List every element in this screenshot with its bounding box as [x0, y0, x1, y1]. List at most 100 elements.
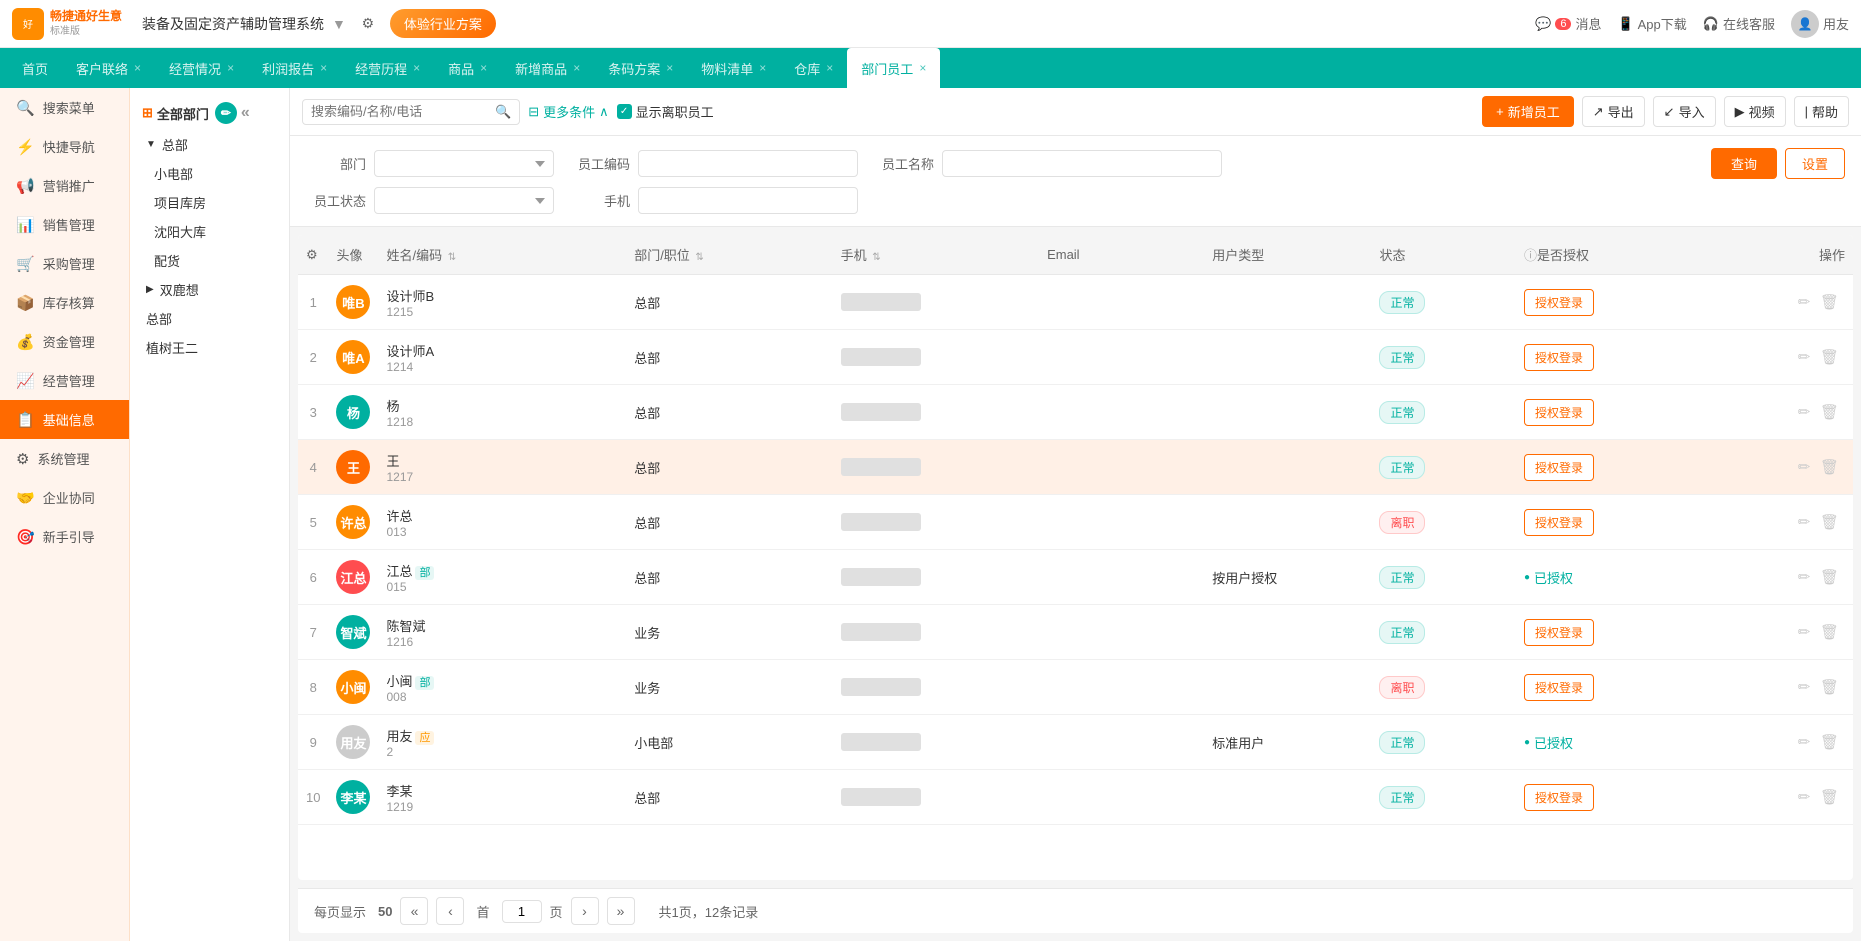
auth-login-button[interactable]: 授权登录	[1524, 619, 1594, 646]
sidebar-item-企业协同[interactable]: 🤝企业协同	[0, 478, 129, 517]
nav-tab-利润报告[interactable]: 利润报告×	[248, 48, 341, 88]
edit-button[interactable]: ✏	[1798, 624, 1811, 641]
first-page-button[interactable]: «	[400, 897, 428, 925]
settings-icon[interactable]: ⚙	[354, 10, 382, 38]
sidebar-item-库存核算[interactable]: 📦库存核算	[0, 283, 129, 322]
tab-close-icon[interactable]: ×	[227, 61, 234, 75]
nav-tab-商品[interactable]: 商品×	[434, 48, 501, 88]
delete-button[interactable]: 🗑	[1820, 459, 1839, 476]
nav-tab-首页[interactable]: 首页	[8, 48, 62, 88]
view-button[interactable]: ▶ 视频	[1724, 96, 1786, 127]
tree-node-总部[interactable]: ▼总部	[130, 130, 289, 159]
tree-node-配货[interactable]: 配货	[130, 246, 289, 275]
nav-tab-经营历程[interactable]: 经营历程×	[341, 48, 434, 88]
sidebar-item-资金管理[interactable]: 💰资金管理	[0, 322, 129, 361]
auth-login-button[interactable]: 授权登录	[1524, 289, 1594, 316]
trial-button[interactable]: 体验行业方案	[390, 9, 496, 38]
edit-button[interactable]: ✏	[1798, 404, 1811, 421]
delete-button[interactable]: 🗑	[1820, 404, 1839, 421]
delete-button[interactable]: 🗑	[1820, 569, 1839, 586]
tree-node-植树王二[interactable]: 植树王二	[130, 333, 289, 362]
tree-edit-button[interactable]: ✏	[215, 102, 237, 124]
edit-button[interactable]: ✏	[1798, 569, 1811, 586]
page-number-input[interactable]	[502, 900, 542, 923]
title-dropdown-icon[interactable]: ▼	[332, 16, 346, 32]
dept-sort-icon[interactable]: ⇅	[695, 252, 703, 263]
last-page-button[interactable]: »	[607, 897, 635, 925]
tree-node-沈阳大库[interactable]: 沈阳大库	[130, 217, 289, 246]
nav-tab-新增商品[interactable]: 新增商品×	[501, 48, 594, 88]
phone-sort-icon[interactable]: ⇅	[872, 252, 880, 263]
column-settings-icon[interactable]: ⚙	[306, 247, 318, 262]
help-button[interactable]: | 帮助	[1794, 96, 1849, 127]
edit-button[interactable]: ✏	[1798, 514, 1811, 531]
tree-node-项目库房[interactable]: 项目库房	[130, 188, 289, 217]
sidebar-item-新手引导[interactable]: 🎯新手引导	[0, 517, 129, 556]
tab-close-icon[interactable]: ×	[919, 61, 926, 75]
sidebar-item-快捷导航[interactable]: ⚡快捷导航	[0, 127, 129, 166]
delete-button[interactable]: 🗑	[1820, 514, 1839, 531]
set-button[interactable]: 设置	[1785, 148, 1845, 179]
edit-button[interactable]: ✏	[1798, 679, 1811, 696]
service-item[interactable]: 🎧 在线客服	[1703, 14, 1775, 33]
nav-tab-客户联络[interactable]: 客户联络×	[62, 48, 155, 88]
auth-login-button[interactable]: 授权登录	[1524, 399, 1594, 426]
nav-tab-仓库[interactable]: 仓库×	[780, 48, 847, 88]
tree-node-双鹿想[interactable]: ▶双鹿想	[130, 275, 289, 304]
phone-input[interactable]	[638, 187, 858, 214]
status-select[interactable]	[374, 187, 554, 214]
tree-collapse-button[interactable]: «	[241, 104, 250, 122]
app-download-item[interactable]: 📱 App下载	[1617, 14, 1686, 33]
message-item[interactable]: 💬 6 消息	[1535, 14, 1601, 33]
add-employee-button[interactable]: + 新增员工	[1482, 96, 1574, 127]
edit-button[interactable]: ✏	[1798, 294, 1811, 311]
nav-tab-部门员工[interactable]: 部门员工×	[847, 48, 940, 88]
delete-button[interactable]: 🗑	[1820, 734, 1839, 751]
edit-button[interactable]: ✏	[1798, 789, 1811, 806]
dept-select[interactable]	[374, 150, 554, 177]
delete-button[interactable]: 🗑	[1820, 679, 1839, 696]
tab-close-icon[interactable]: ×	[320, 61, 327, 75]
export-button[interactable]: ↗ 导出	[1582, 96, 1645, 127]
sidebar-item-营销推广[interactable]: 📢营销推广	[0, 166, 129, 205]
tab-close-icon[interactable]: ×	[573, 61, 580, 75]
tab-close-icon[interactable]: ×	[759, 61, 766, 75]
empcode-input[interactable]	[638, 150, 858, 177]
sidebar-item-经营管理[interactable]: 📈经营管理	[0, 361, 129, 400]
sidebar-item-基础信息[interactable]: 📋基础信息	[0, 400, 129, 439]
query-button[interactable]: 查询	[1711, 148, 1777, 179]
delete-button[interactable]: 🗑	[1820, 349, 1839, 366]
tree-node-小电部[interactable]: 小电部	[130, 159, 289, 188]
edit-button[interactable]: ✏	[1798, 459, 1811, 476]
sidebar-item-销售管理[interactable]: 📊销售管理	[0, 205, 129, 244]
delete-button[interactable]: 🗑	[1820, 294, 1839, 311]
tab-close-icon[interactable]: ×	[413, 61, 420, 75]
nav-tab-条码方案[interactable]: 条码方案×	[594, 48, 687, 88]
sidebar-item-搜索菜单[interactable]: 🔍搜索菜单	[0, 88, 129, 127]
empname-input[interactable]	[942, 150, 1222, 177]
auth-login-button[interactable]: 授权登录	[1524, 509, 1594, 536]
name-sort-icon[interactable]: ⇅	[448, 252, 456, 263]
import-button[interactable]: ↙ 导入	[1653, 96, 1716, 127]
sidebar-item-系统管理[interactable]: ⚙系统管理	[0, 439, 129, 478]
auth-login-button[interactable]: 授权登录	[1524, 784, 1594, 811]
next-page-button[interactable]: ›	[571, 897, 599, 925]
auth-login-button[interactable]: 授权登录	[1524, 454, 1594, 481]
search-input[interactable]	[311, 104, 491, 119]
tab-close-icon[interactable]: ×	[134, 61, 141, 75]
auth-login-button[interactable]: 授权登录	[1524, 674, 1594, 701]
delete-button[interactable]: 🗑	[1820, 789, 1839, 806]
delete-button[interactable]: 🗑	[1820, 624, 1839, 641]
tree-node-总部[interactable]: 总部	[130, 304, 289, 333]
tab-close-icon[interactable]: ×	[666, 61, 673, 75]
more-filters-button[interactable]: ⊟ 更多条件 ∧	[528, 102, 608, 121]
nav-tab-物料清单[interactable]: 物料清单×	[687, 48, 780, 88]
auth-login-button[interactable]: 授权登录	[1524, 344, 1594, 371]
show-resigned-checkbox[interactable]: ✓	[617, 104, 632, 119]
edit-button[interactable]: ✏	[1798, 734, 1811, 751]
prev-page-button[interactable]: ‹	[436, 897, 464, 925]
sidebar-item-采购管理[interactable]: 🛒采购管理	[0, 244, 129, 283]
edit-button[interactable]: ✏	[1798, 349, 1811, 366]
tab-close-icon[interactable]: ×	[826, 61, 833, 75]
tab-close-icon[interactable]: ×	[480, 61, 487, 75]
